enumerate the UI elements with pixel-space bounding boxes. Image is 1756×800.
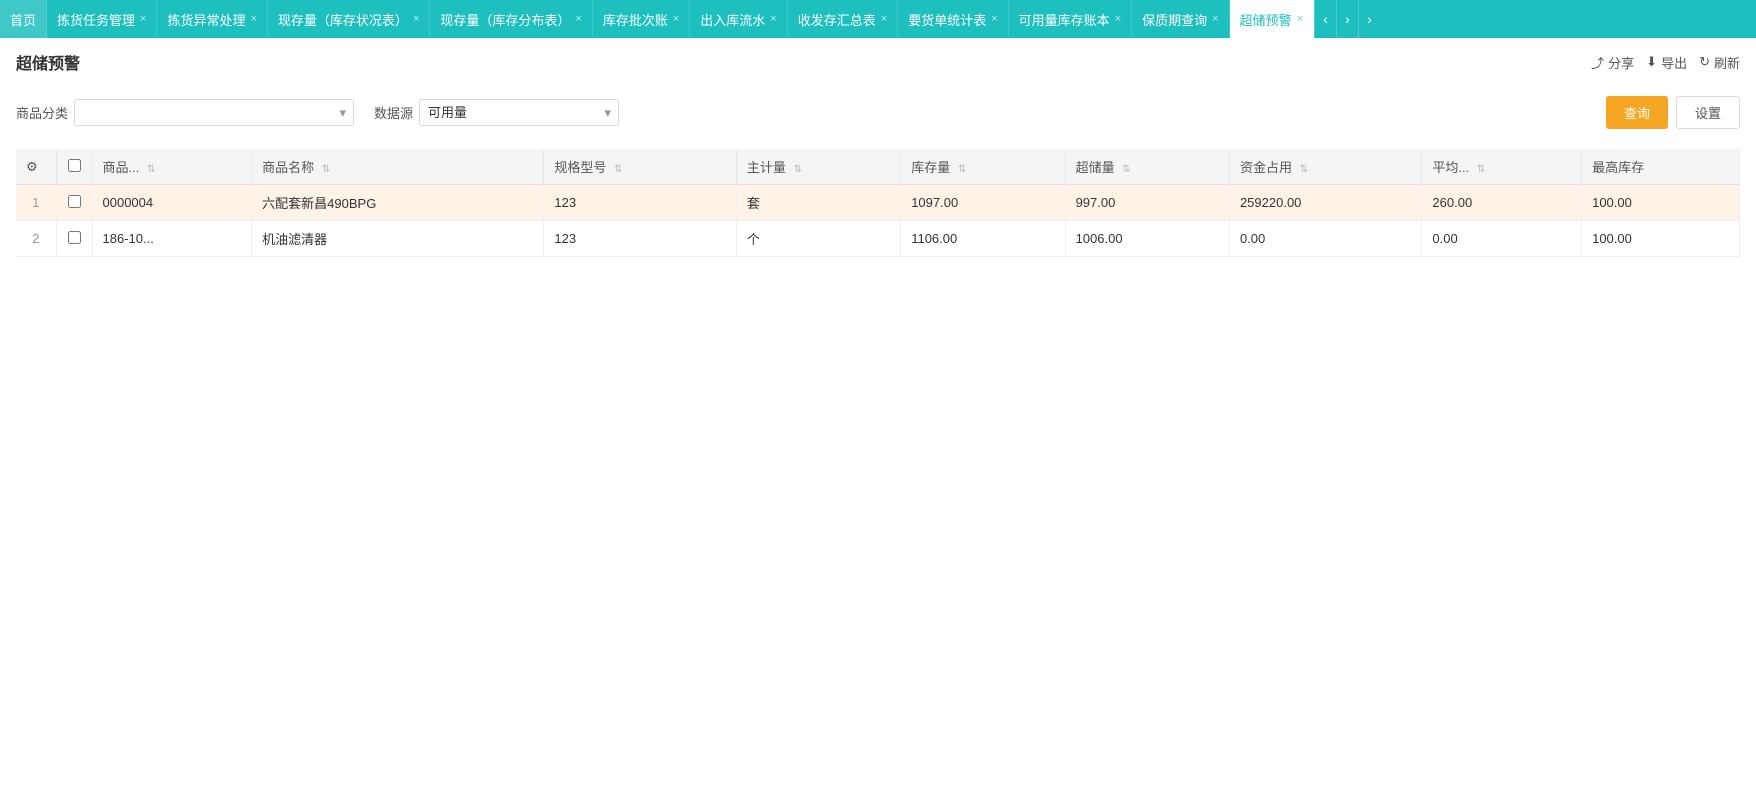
nav-flow[interactable]: 出入库流水 × <box>690 0 787 38</box>
query-button[interactable]: 查询 <box>1606 96 1668 129</box>
nav-stock-dist[interactable]: 现存量（库存分布表） × <box>430 0 592 38</box>
close-nav-overstock[interactable]: × <box>1297 13 1303 25</box>
close-nav-task-mgmt[interactable]: × <box>140 13 146 25</box>
col-unit[interactable]: 主计量 ⇅ <box>736 149 900 185</box>
datasource-select[interactable]: 可用量 库存量 <box>419 99 619 126</box>
close-nav-expiry[interactable]: × <box>1212 13 1218 25</box>
nav-more-arrow[interactable]: › <box>1358 0 1380 38</box>
cell-avg-0: 260.00 <box>1422 185 1582 221</box>
col-avg[interactable]: 平均... ⇅ <box>1422 149 1582 185</box>
datasource-select-wrapper: 可用量 库存量 <box>419 99 619 126</box>
cell-over-stock-0: 997.00 <box>1065 185 1229 221</box>
col-product-name[interactable]: 商品名称 ⇅ <box>252 149 544 185</box>
category-select-wrapper <box>74 99 354 126</box>
nav-stock-status[interactable]: 现存量（库存状况表） × <box>268 0 430 38</box>
table-header: ⚙ 商品... ⇅ 商品名称 ⇅ 规格型号 ⇅ 主计量 <box>16 149 1740 185</box>
cell-avg-1: 0.00 <box>1422 221 1582 257</box>
nav-next-arrow[interactable]: › <box>1336 0 1358 38</box>
filter-buttons: 查询 设置 <box>1606 96 1740 129</box>
page-content: 超储预警 ⤴ 分享 ⬇ 导出 ↻ 刷新 商品分类 <box>0 38 1756 269</box>
row-select-0[interactable] <box>68 195 81 208</box>
close-nav-usable-stock[interactable]: × <box>1115 13 1121 25</box>
col-checkbox[interactable] <box>56 149 92 185</box>
nav-expiry[interactable]: 保质期查询 × <box>1132 0 1229 38</box>
sort-icon-product-name: ⇅ <box>322 164 330 175</box>
cell-max-stock-1: 100.00 <box>1582 221 1740 257</box>
cell-product-code-1: 186-10... <box>92 221 252 257</box>
table-body: 1 0000004 六配套新昌490BPG 123 套 1097.00 997.… <box>16 185 1740 257</box>
data-table: ⚙ 商品... ⇅ 商品名称 ⇅ 规格型号 ⇅ 主计量 <box>16 149 1740 257</box>
share-button[interactable]: ⤴ 分享 <box>1591 53 1634 72</box>
category-label: 商品分类 <box>16 103 68 122</box>
table-row: 2 186-10... 机油滤清器 123 个 1106.00 1006.00 … <box>16 221 1740 257</box>
table-row: 1 0000004 六配套新昌490BPG 123 套 1097.00 997.… <box>16 185 1740 221</box>
sort-icon-over-stock: ⇅ <box>1122 164 1130 175</box>
nav-exception[interactable]: 拣货异常处理 × <box>157 0 267 38</box>
export-icon: ⬇ <box>1646 54 1657 70</box>
nav-task-mgmt[interactable]: 拣货任务管理 × <box>47 0 157 38</box>
cell-unit-0: 套 <box>736 185 900 221</box>
close-nav-summary[interactable]: × <box>881 13 887 25</box>
select-all-checkbox[interactable] <box>68 159 81 172</box>
col-product-code[interactable]: 商品... ⇅ <box>92 149 252 185</box>
settings-button[interactable]: 设置 <box>1676 96 1740 129</box>
sort-icon-product-code: ⇅ <box>147 164 155 175</box>
nav-usable-stock[interactable]: 可用量库存账本 × <box>1009 0 1132 38</box>
sort-icon-avg: ⇅ <box>1477 164 1485 175</box>
header-actions: ⤴ 分享 ⬇ 导出 ↻ 刷新 <box>1591 53 1740 72</box>
cell-product-name-1: 机油滤清器 <box>252 221 544 257</box>
page-title: 超储预警 <box>16 50 80 74</box>
nav-overstock[interactable]: 超储预警 × <box>1230 0 1314 38</box>
row-num-1: 2 <box>16 221 56 257</box>
close-nav-batch[interactable]: × <box>673 13 679 25</box>
cell-over-stock-1: 1006.00 <box>1065 221 1229 257</box>
row-checkbox-1[interactable] <box>56 221 92 257</box>
cell-spec-0: 123 <box>544 185 736 221</box>
cell-product-name-0: 六配套新昌490BPG <box>252 185 544 221</box>
nav-home[interactable]: 首页 <box>0 0 47 38</box>
row-num-0: 1 <box>16 185 56 221</box>
sort-icon-stock: ⇅ <box>958 164 966 175</box>
page-header: 超储预警 ⤴ 分享 ⬇ 导出 ↻ 刷新 <box>16 50 1740 74</box>
close-nav-exception[interactable]: × <box>250 13 256 25</box>
share-icon: ⤴ <box>1591 53 1604 72</box>
close-nav-flow[interactable]: × <box>770 13 776 25</box>
col-stock[interactable]: 库存量 ⇅ <box>901 149 1065 185</box>
col-spec[interactable]: 规格型号 ⇅ <box>544 149 736 185</box>
close-nav-stock-status[interactable]: × <box>413 13 419 25</box>
nav-prev-arrow[interactable]: ‹ <box>1314 0 1336 38</box>
nav-batch[interactable]: 库存批次账 × <box>593 0 690 38</box>
cell-product-code-0: 0000004 <box>92 185 252 221</box>
category-filter: 商品分类 <box>16 99 354 126</box>
datasource-filter: 数据源 可用量 库存量 <box>374 99 619 126</box>
gear-icon: ⚙ <box>26 159 38 174</box>
sort-icon-capital: ⇅ <box>1300 164 1308 175</box>
nav-summary[interactable]: 收发存汇总表 × <box>788 0 898 38</box>
close-nav-stock-dist[interactable]: × <box>575 13 581 25</box>
col-capital[interactable]: 资金占用 ⇅ <box>1229 149 1421 185</box>
row-select-1[interactable] <box>68 231 81 244</box>
category-select[interactable] <box>74 99 354 126</box>
cell-capital-0: 259220.00 <box>1229 185 1421 221</box>
export-button[interactable]: ⬇ 导出 <box>1646 53 1687 72</box>
close-nav-order-stat[interactable]: × <box>991 13 997 25</box>
sort-icon-unit: ⇅ <box>793 164 801 175</box>
cell-stock-1: 1106.00 <box>901 221 1065 257</box>
sort-icon-spec: ⇅ <box>614 164 622 175</box>
nav-order-stat[interactable]: 要货单统计表 × <box>898 0 1008 38</box>
refresh-button[interactable]: ↻ 刷新 <box>1699 53 1740 72</box>
cell-max-stock-0: 100.00 <box>1582 185 1740 221</box>
col-over-stock[interactable]: 超储量 ⇅ <box>1065 149 1229 185</box>
row-checkbox-0[interactable] <box>56 185 92 221</box>
cell-spec-1: 123 <box>544 221 736 257</box>
filter-row: 商品分类 数据源 可用量 库存量 查询 设置 <box>16 88 1740 137</box>
cell-stock-0: 1097.00 <box>901 185 1065 221</box>
col-settings[interactable]: ⚙ <box>16 149 56 185</box>
refresh-icon: ↻ <box>1699 54 1710 70</box>
datasource-label: 数据源 <box>374 103 413 122</box>
col-max-stock[interactable]: 最高库存 <box>1582 149 1740 185</box>
top-nav: 首页 拣货任务管理 × 拣货异常处理 × 现存量（库存状况表） × 现存量（库存… <box>0 0 1756 38</box>
cell-capital-1: 0.00 <box>1229 221 1421 257</box>
cell-unit-1: 个 <box>736 221 900 257</box>
